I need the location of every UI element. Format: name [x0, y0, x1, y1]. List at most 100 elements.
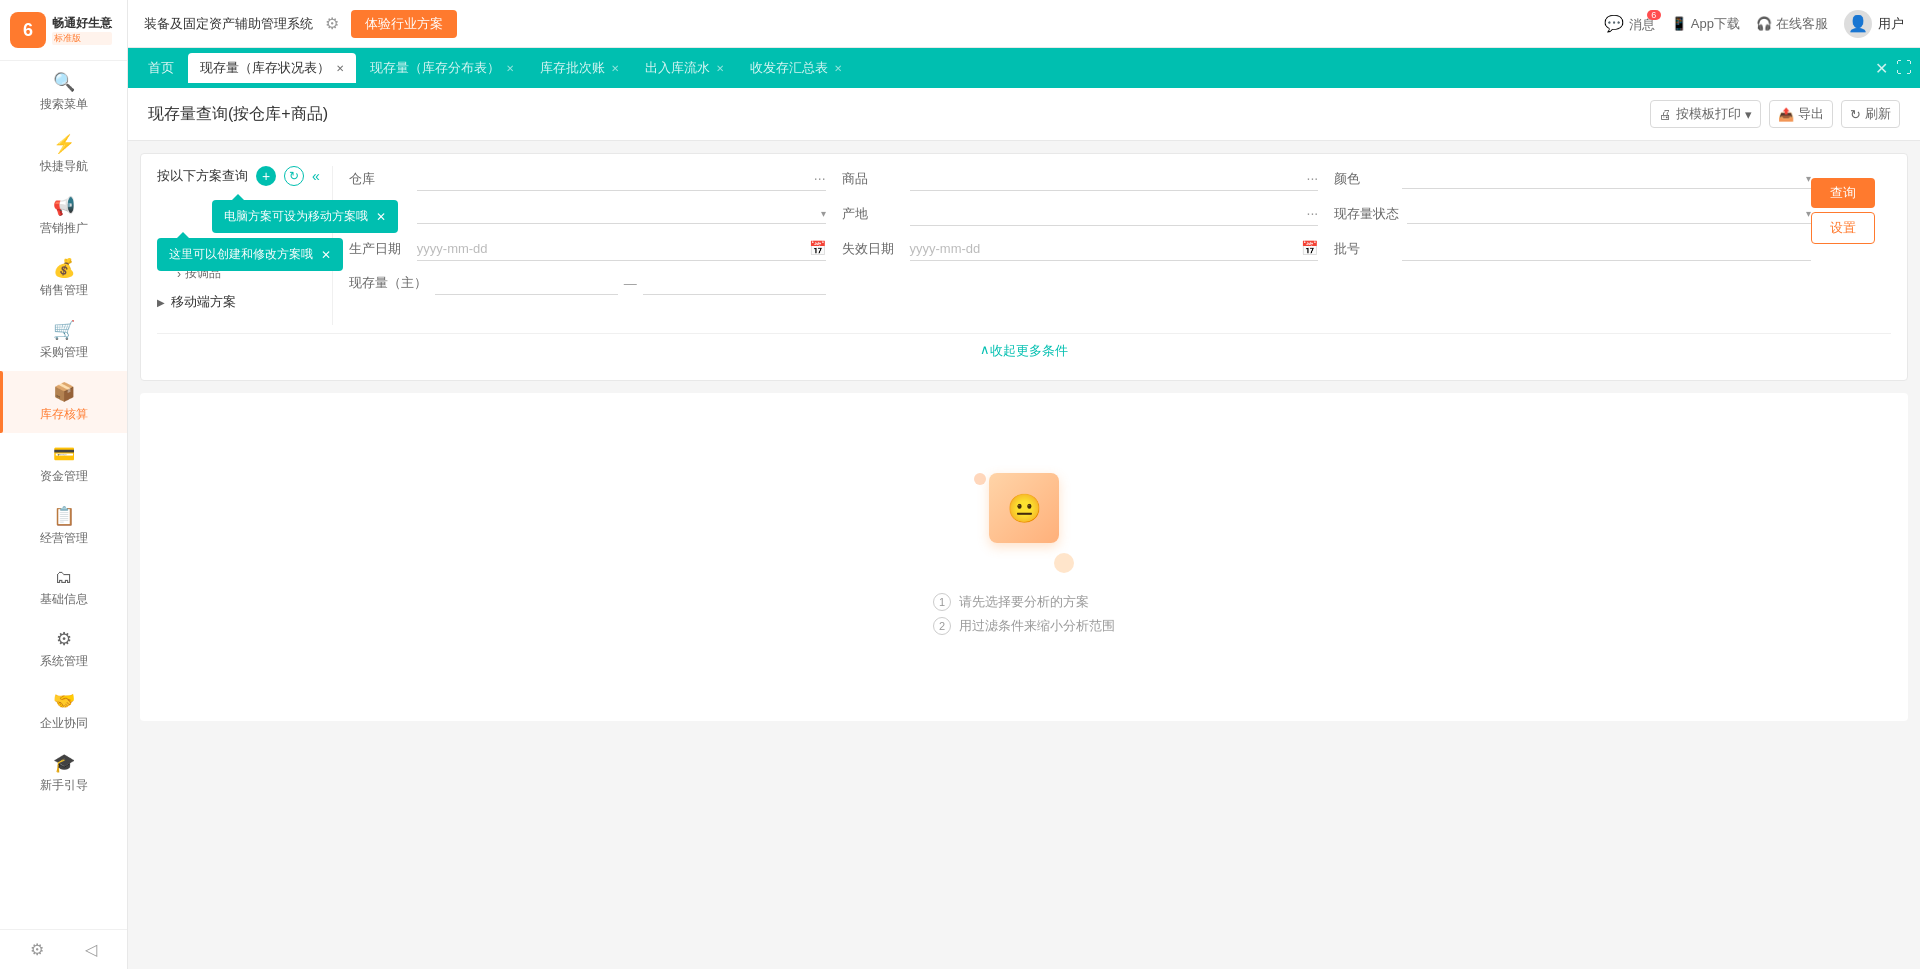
- prod-date-input[interactable]: yyyy-mm-dd 📅: [417, 236, 826, 261]
- batch-label: 批号: [1334, 240, 1394, 258]
- tab-inout[interactable]: 出入库流水 ✕: [633, 53, 736, 83]
- tab-fullscreen-icon[interactable]: ⛶: [1896, 59, 1912, 78]
- warehouse-select[interactable]: ···: [417, 166, 826, 191]
- operations-icon: 📋: [53, 505, 75, 527]
- tabs-right-actions: ✕ ⛶: [1875, 59, 1912, 78]
- main-area: 装备及固定资产辅助管理系统 ⚙ 体验行业方案 💬 6 消息 📱 App下载 🎧 …: [128, 0, 1920, 969]
- online-service-btn[interactable]: 🎧 在线客服: [1756, 15, 1828, 33]
- filter-row-origin: 产地 ···: [842, 201, 1319, 226]
- sidebar-item-guide[interactable]: 🎓 新手引导: [0, 742, 127, 804]
- sidebar: 6 畅通好生意 标准版 🔍 搜索菜单 ⚡ 快捷导航 📢 营销推广 💰 销售管理 …: [0, 0, 128, 969]
- sidebar-logo: 6 畅通好生意 标准版: [0, 0, 127, 61]
- reset-btn[interactable]: 设置: [1811, 212, 1875, 244]
- warehouse-dots-icon[interactable]: ···: [814, 170, 826, 186]
- sidebar-bottom: ⚙ ◁: [0, 929, 127, 969]
- sidebar-item-marketing[interactable]: 📢 营销推广: [0, 185, 127, 247]
- sidebar-item-label-operations: 经营管理: [40, 530, 88, 547]
- filter-panel: 按以下方案查询 + ↻ « 电脑方案可设为移动方案哦 ✕ 这里可以创: [140, 153, 1908, 381]
- tooltip-edit-scheme: 这里可以创建和修改方案哦 ✕: [157, 238, 343, 271]
- guide-icon: 🎓: [53, 752, 75, 774]
- logo-title: 畅通好生意: [52, 15, 112, 32]
- stock-qty-label: 现存量（主）: [349, 274, 427, 292]
- header-left: 装备及固定资产辅助管理系统 ⚙ 体验行业方案: [144, 10, 457, 38]
- filter-row-warehouse: 仓库 ···: [349, 166, 826, 191]
- tooltip-desktop-scheme: 电脑方案可设为移动方案哦 ✕: [212, 200, 398, 233]
- purchase-icon: 🛒: [53, 319, 75, 341]
- print-btn[interactable]: 🖨 按模板打印 ▾: [1650, 100, 1761, 128]
- sidebar-item-search[interactable]: 🔍 搜索菜单: [0, 61, 127, 123]
- finance-icon: 💳: [53, 443, 75, 465]
- tab-close-inventory-dist[interactable]: ✕: [506, 63, 514, 74]
- sidebar-settings-btn[interactable]: ⚙: [30, 940, 44, 959]
- sidebar-item-sales[interactable]: 💰 销售管理: [0, 247, 127, 309]
- stock-status-select[interactable]: ▾: [1407, 204, 1811, 224]
- query-btn-group: 查询 设置: [1811, 178, 1875, 244]
- origin-select[interactable]: ···: [910, 201, 1319, 226]
- page-header: 现存量查询(按仓库+商品) 🖨 按模板打印 ▾ 📤 导出 ↻ 刷新: [128, 88, 1920, 141]
- filter-back-btn[interactable]: «: [312, 168, 320, 184]
- page-content: 现存量查询(按仓库+商品) 🖨 按模板打印 ▾ 📤 导出 ↻ 刷新: [128, 88, 1920, 969]
- sidebar-item-quick[interactable]: ⚡ 快捷导航: [0, 123, 127, 185]
- color-select[interactable]: ▾: [1402, 169, 1811, 189]
- tab-close-summary[interactable]: ✕: [834, 63, 842, 74]
- exp-date-calendar-icon[interactable]: 📅: [1301, 240, 1318, 256]
- header-gear-icon[interactable]: ⚙: [325, 14, 339, 33]
- tab-label-inout: 出入库流水: [645, 59, 710, 77]
- collapse-btn[interactable]: ∧ 收起更多条件: [157, 333, 1891, 368]
- refresh-btn[interactable]: ↻ 刷新: [1841, 100, 1900, 128]
- search-btn[interactable]: 查询: [1811, 178, 1875, 208]
- goods-select[interactable]: ···: [910, 166, 1319, 191]
- size-select[interactable]: ▾: [417, 204, 826, 224]
- sidebar-item-inventory[interactable]: 📦 库存核算: [0, 371, 127, 433]
- sidebar-item-label-finance: 资金管理: [40, 468, 88, 485]
- industry-btn[interactable]: 体验行业方案: [351, 10, 457, 38]
- user-menu[interactable]: 👤 用户: [1844, 10, 1904, 38]
- scheme-group-mobile-header[interactable]: ▶ 移动端方案: [157, 289, 320, 315]
- sidebar-collapse-btn[interactable]: ◁: [85, 940, 97, 959]
- tab-batch[interactable]: 库存批次账 ✕: [528, 53, 631, 83]
- tab-summary[interactable]: 收发存汇总表 ✕: [738, 53, 854, 83]
- empty-text: 1 请先选择要分析的方案 2 用过滤条件来缩小分析范围: [933, 593, 1115, 641]
- stock-qty-max[interactable]: [643, 271, 826, 295]
- origin-dots-icon[interactable]: ···: [1307, 205, 1319, 221]
- exp-date-input[interactable]: yyyy-mm-dd 📅: [910, 236, 1319, 261]
- stock-qty-min[interactable]: [435, 271, 618, 295]
- tab-close-inventory-status[interactable]: ✕: [336, 63, 344, 74]
- batch-input[interactable]: [1402, 237, 1811, 261]
- page-title: 现存量查询(按仓库+商品): [148, 104, 328, 125]
- sidebar-item-label-basic: 基础信息: [40, 591, 88, 608]
- tab-inventory-dist[interactable]: 现存量（库存分布表） ✕: [358, 53, 526, 83]
- empty-step-2: 2 用过滤条件来缩小分析范围: [933, 617, 1115, 635]
- sidebar-item-basic[interactable]: 🗂 基础信息: [0, 557, 127, 618]
- stock-qty-range: —: [435, 271, 826, 295]
- app-download-btn[interactable]: 📱 App下载: [1671, 15, 1740, 33]
- export-btn[interactable]: 📤 导出: [1769, 100, 1833, 128]
- inventory-icon: 📦: [53, 381, 75, 403]
- scheme-group-mobile: ▶ 移动端方案: [157, 289, 320, 315]
- sidebar-item-system[interactable]: ⚙ 系统管理: [0, 618, 127, 680]
- empty-state: 😐 1 请先选择要分析的方案 2 用过滤条件来缩小分析范围: [140, 393, 1908, 721]
- tooltip1-close-btn[interactable]: ✕: [376, 210, 386, 224]
- tooltip2-close-btn[interactable]: ✕: [321, 248, 331, 262]
- filter-refresh-btn[interactable]: ↻: [284, 166, 304, 186]
- prod-date-calendar-icon[interactable]: 📅: [809, 240, 826, 256]
- filter-add-btn[interactable]: +: [256, 166, 276, 186]
- sidebar-nav: 🔍 搜索菜单 ⚡ 快捷导航 📢 营销推广 💰 销售管理 🛒 采购管理 📦 库存核…: [0, 61, 127, 929]
- tab-inventory-status[interactable]: 现存量（库存状况表） ✕: [188, 53, 356, 83]
- sidebar-item-purchase[interactable]: 🛒 采购管理: [0, 309, 127, 371]
- sidebar-item-enterprise[interactable]: 🤝 企业协同: [0, 680, 127, 742]
- goods-dots-icon[interactable]: ···: [1307, 170, 1319, 186]
- step-1-label: 请先选择要分析的方案: [959, 593, 1089, 611]
- sidebar-item-operations[interactable]: 📋 经营管理: [0, 495, 127, 557]
- tab-home[interactable]: 首页: [136, 53, 186, 83]
- notice-btn[interactable]: 💬 6 消息: [1604, 14, 1654, 34]
- prod-date-value: yyyy-mm-dd: [417, 241, 488, 256]
- header-right: 💬 6 消息 📱 App下载 🎧 在线客服 👤 用户: [1604, 10, 1904, 38]
- tab-close-all-icon[interactable]: ✕: [1875, 59, 1888, 78]
- filter-row-color: 颜色 ▾: [1334, 166, 1811, 191]
- sidebar-item-label-sales: 销售管理: [40, 282, 88, 299]
- sidebar-item-finance[interactable]: 💳 资金管理: [0, 433, 127, 495]
- tab-label-inventory-dist: 现存量（库存分布表）: [370, 59, 500, 77]
- tab-close-batch[interactable]: ✕: [611, 63, 619, 74]
- tab-close-inout[interactable]: ✕: [716, 63, 724, 74]
